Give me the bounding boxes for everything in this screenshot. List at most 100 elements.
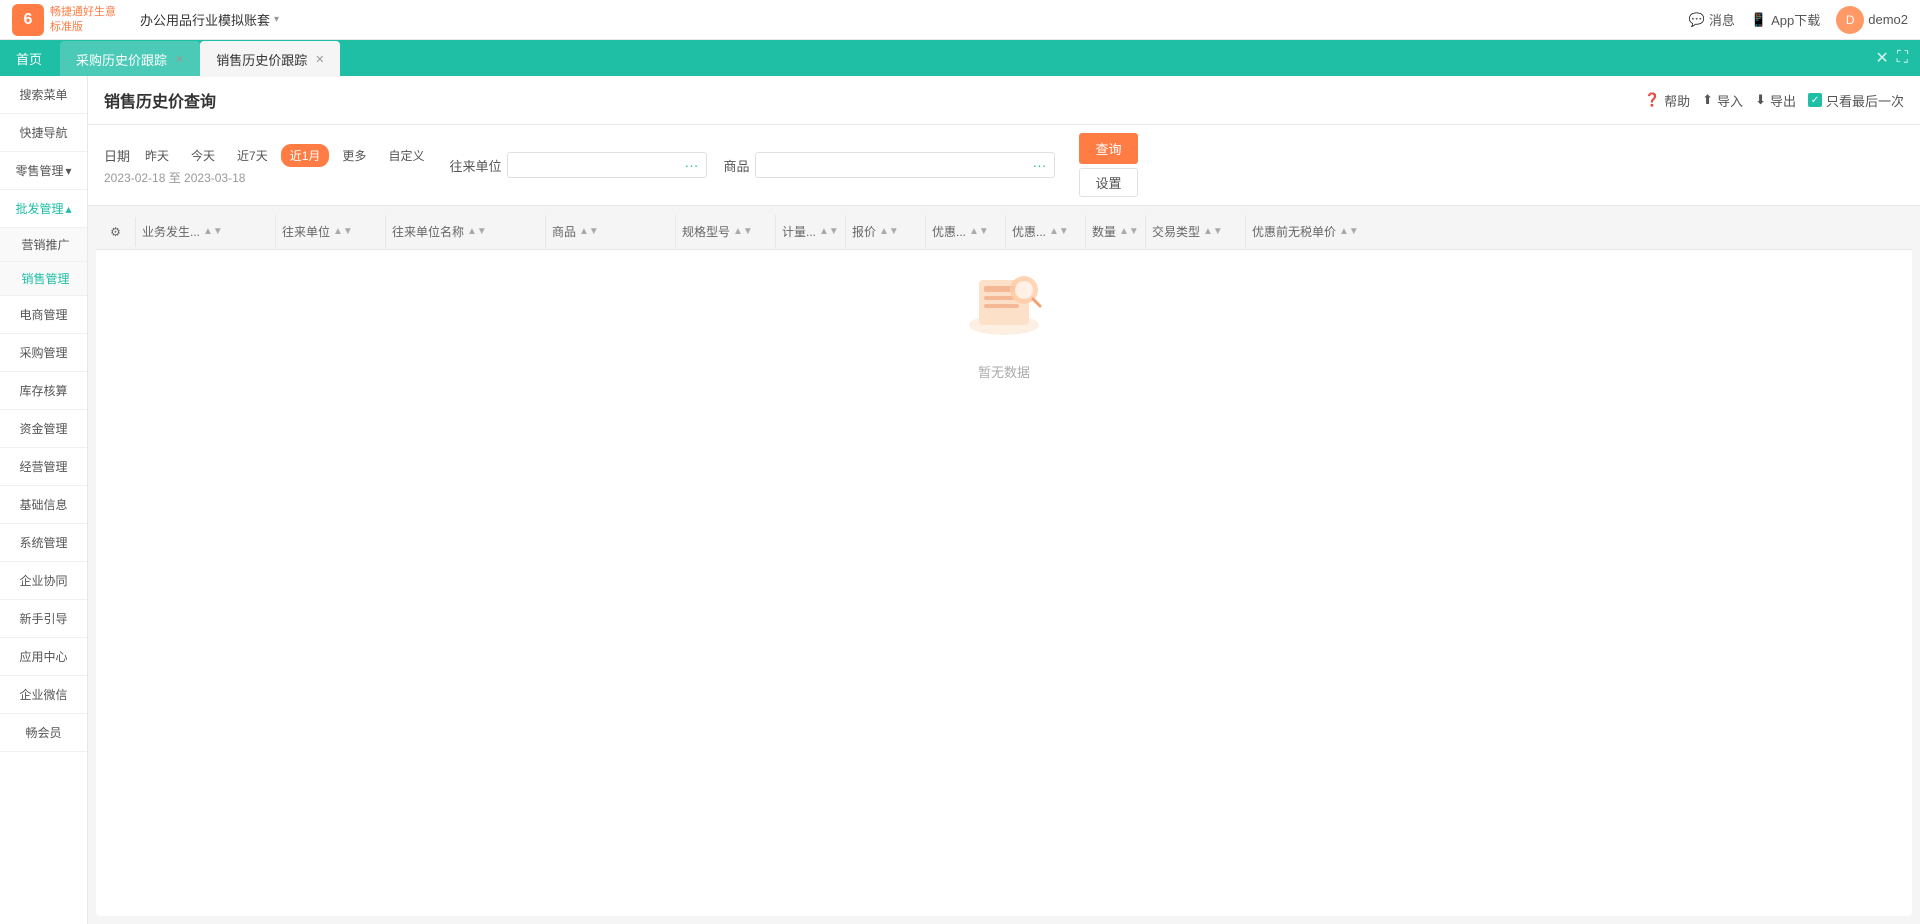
tab-sales-history-close[interactable]: ✕ xyxy=(315,53,324,66)
date-btn-yesterday[interactable]: 昨天 xyxy=(136,144,178,167)
sort-product-icon: ▲▼ xyxy=(579,227,599,237)
sort-unit-name-icon: ▲▼ xyxy=(467,227,487,237)
tab-actions: ✕ ⛶ xyxy=(1875,48,1920,68)
table-area: ⚙ 业务发生... ▲▼ 往来单位 ▲▼ 往来单位名称 ▲▼ 商品 ▲▼ xyxy=(96,214,1912,916)
th-notax[interactable]: 优惠前无税单价 ▲▼ xyxy=(1246,215,1912,248)
app-title-area[interactable]: 办公用品行业模拟账套 ▾ xyxy=(140,10,279,29)
tab-home[interactable]: 首页 xyxy=(0,40,58,76)
product-input[interactable]: ··· xyxy=(755,152,1055,178)
sort-price-icon: ▲▼ xyxy=(879,227,899,237)
tab-bar: 首页 采购历史价跟踪 ✕ 销售历史价跟踪 ✕ ✕ ⛶ xyxy=(0,40,1920,76)
user-menu[interactable]: D demo2 xyxy=(1836,6,1908,34)
page-header: 销售历史价查询 ❓ 帮助 ⬆ 导入 ⬇ 导出 ✓ xyxy=(88,76,1920,125)
sidebar-item-enterprise-collab[interactable]: 企业协同 xyxy=(0,562,87,600)
retail-mgmt-arrow-icon: ▾ xyxy=(65,164,71,178)
th-spec[interactable]: 规格型号 ▲▼ xyxy=(676,215,776,248)
sidebar-item-ecommerce-mgmt[interactable]: 电商管理 xyxy=(0,296,87,334)
filter-partner-group: 往来单位 ··· xyxy=(449,152,707,178)
th-date[interactable]: 业务发生... ▲▼ xyxy=(136,215,276,248)
sidebar-item-marketing-promo[interactable]: 营销推广 xyxy=(0,228,87,262)
filter-product-group: 商品 ··· xyxy=(723,152,1055,178)
search-button[interactable]: 查询 xyxy=(1079,133,1137,164)
date-btn-more[interactable]: 更多 xyxy=(333,144,375,167)
th-unit-code[interactable]: 往来单位 ▲▼ xyxy=(276,215,386,248)
sidebar-item-sales-mgmt[interactable]: 销售管理 xyxy=(0,262,87,296)
help-icon: ❓ xyxy=(1644,92,1660,108)
sidebar-item-app-center[interactable]: 应用中心 xyxy=(0,638,87,676)
help-button[interactable]: ❓ 帮助 xyxy=(1644,91,1690,110)
sidebar-item-quick-nav[interactable]: 快捷导航 xyxy=(0,114,87,152)
sidebar-item-basic-info[interactable]: 基础信息 xyxy=(0,486,87,524)
show-last-checkbox-wrap[interactable]: ✓ 只看最后一次 xyxy=(1808,91,1904,110)
th-product[interactable]: 商品 ▲▼ xyxy=(546,215,676,248)
sidebar-item-inventory-check[interactable]: 库存核算 xyxy=(0,372,87,410)
sort-unit-code-icon: ▲▼ xyxy=(333,227,353,237)
message-icon: 💬 xyxy=(1689,12,1705,28)
filter-date-row: 日期 昨天 今天 近7天 近1月 更多 自定义 xyxy=(104,144,433,167)
th-calc[interactable]: 计量... ▲▼ xyxy=(776,215,846,248)
date-btn-custom[interactable]: 自定义 xyxy=(379,144,433,167)
product-label: 商品 xyxy=(723,156,749,175)
empty-illustration xyxy=(954,250,1054,350)
sort-discount2-icon: ▲▼ xyxy=(1049,227,1069,237)
sidebar-item-system-mgmt[interactable]: 系统管理 xyxy=(0,524,87,562)
sort-discount1-icon: ▲▼ xyxy=(969,227,989,237)
sidebar-item-enterprise-wechat[interactable]: 企业微信 xyxy=(0,676,87,714)
export-button[interactable]: ⬇ 导出 xyxy=(1755,91,1796,110)
date-label: 日期 xyxy=(104,146,130,165)
tab-sales-history[interactable]: 销售历史价跟踪 ✕ xyxy=(200,41,340,77)
import-button[interactable]: ⬆ 导入 xyxy=(1702,91,1743,110)
app-title: 办公用品行业模拟账套 xyxy=(140,10,270,29)
maximize-tab-action[interactable]: ⛶ xyxy=(1897,49,1908,67)
sidebar-item-purchase-mgmt[interactable]: 采购管理 xyxy=(0,334,87,372)
empty-text: 暂无数据 xyxy=(978,362,1030,381)
sidebar-item-wholesale-mgmt[interactable]: 批发管理 ▴ xyxy=(0,190,87,228)
logo-text: 畅捷通好生意 标准版 xyxy=(50,5,116,34)
app-dropdown-arrow[interactable]: ▾ xyxy=(274,14,279,25)
import-icon: ⬆ xyxy=(1702,92,1713,108)
th-qty[interactable]: 数量 ▲▼ xyxy=(1086,215,1146,248)
partner-input[interactable]: ··· xyxy=(507,152,707,178)
sidebar-item-operations-mgmt[interactable]: 经营管理 xyxy=(0,448,87,486)
main-layout: 搜索菜单 快捷导航 零售管理 ▾ 批发管理 ▴ 营销推广 销售管理 电商管理 采… xyxy=(0,76,1920,924)
app-download-icon: 📱 xyxy=(1751,12,1767,28)
th-discount2[interactable]: 优惠... ▲▼ xyxy=(1006,215,1086,248)
app-download-button[interactable]: 📱 App下载 xyxy=(1751,10,1820,29)
message-button[interactable]: 💬 消息 xyxy=(1689,10,1735,29)
sidebar-item-retail-mgmt[interactable]: 零售管理 ▾ xyxy=(0,152,87,190)
date-btn-today[interactable]: 今天 xyxy=(182,144,224,167)
tab-purchase-history-close[interactable]: ✕ xyxy=(175,53,184,66)
sort-calc-icon: ▲▼ xyxy=(819,227,839,237)
sidebar-item-vip-member[interactable]: 畅会员 xyxy=(0,714,87,752)
page-title-row: 销售历史价查询 ❓ 帮助 ⬆ 导入 ⬇ 导出 ✓ xyxy=(104,88,1904,112)
wholesale-mgmt-arrow-icon: ▴ xyxy=(65,202,71,216)
close-tab-action[interactable]: ✕ xyxy=(1875,48,1888,68)
th-discount1[interactable]: 优惠... ▲▼ xyxy=(926,215,1006,248)
sort-spec-icon: ▲▼ xyxy=(733,227,753,237)
date-range-display: 2023-02-18 至 2023-03-18 xyxy=(104,169,433,186)
gear-icon[interactable]: ⚙ xyxy=(110,225,121,239)
sort-qty-icon: ▲▼ xyxy=(1119,227,1139,237)
table-header: ⚙ 业务发生... ▲▼ 往来单位 ▲▼ 往来单位名称 ▲▼ 商品 ▲▼ xyxy=(96,214,1912,250)
product-dots-icon[interactable]: ··· xyxy=(1032,157,1046,173)
export-icon: ⬇ xyxy=(1755,92,1766,108)
sidebar-item-new-user-guide[interactable]: 新手引导 xyxy=(0,600,87,638)
sidebar-item-finance-mgmt[interactable]: 资金管理 xyxy=(0,410,87,448)
th-unit-name[interactable]: 往来单位名称 ▲▼ xyxy=(386,215,546,248)
top-bar-left: 6 畅捷通好生意 标准版 办公用品行业模拟账套 ▾ xyxy=(12,4,279,36)
th-price[interactable]: 报价 ▲▼ xyxy=(846,215,926,248)
logo-area: 6 畅捷通好生意 标准版 xyxy=(12,4,116,36)
table-body: 暂无数据 xyxy=(96,250,1912,916)
sidebar: 搜索菜单 快捷导航 零售管理 ▾ 批发管理 ▴ 营销推广 销售管理 电商管理 采… xyxy=(0,76,88,924)
date-btn-last7days[interactable]: 近7天 xyxy=(228,144,277,167)
partner-dots-icon[interactable]: ··· xyxy=(684,157,698,173)
th-trade[interactable]: 交易类型 ▲▼ xyxy=(1146,215,1246,248)
th-gear[interactable]: ⚙ xyxy=(96,217,136,247)
filter-buttons: 查询 设置 xyxy=(1079,133,1137,197)
settings-button[interactable]: 设置 xyxy=(1079,168,1137,197)
sidebar-item-search-menu[interactable]: 搜索菜单 xyxy=(0,76,87,114)
filter-section: 日期 昨天 今天 近7天 近1月 更多 自定义 2023-02-18 至 202… xyxy=(88,125,1920,206)
show-last-checkbox[interactable]: ✓ xyxy=(1808,93,1822,107)
date-btn-last1month[interactable]: 近1月 xyxy=(281,144,330,167)
tab-purchase-history[interactable]: 采购历史价跟踪 ✕ xyxy=(60,41,200,77)
